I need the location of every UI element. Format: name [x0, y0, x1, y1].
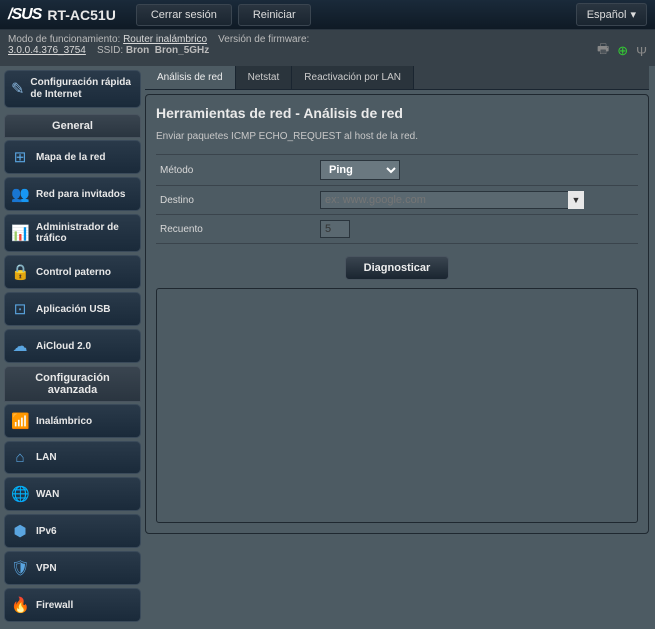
tab-wake-on-lan[interactable]: Reactivación por LAN — [292, 66, 414, 89]
sidebar-advanced-label-3: IPv6 — [36, 526, 57, 537]
target-dropdown-icon[interactable]: ▼ — [568, 191, 584, 209]
sidebar-general-icon-2: 📊 — [11, 224, 29, 242]
sidebar-general-item-1[interactable]: 👥 Red para invitados — [4, 177, 141, 211]
language-label: Español — [587, 9, 627, 21]
sidebar-advanced-item-1[interactable]: ⌂ LAN — [4, 441, 141, 474]
sidebar-advanced-item-4[interactable]: 🛡 VPN — [4, 551, 141, 585]
sidebar-general-label-3: Control paterno — [36, 267, 111, 278]
language-select[interactable]: Español ▾ — [576, 3, 647, 26]
sidebar-general-label-1: Red para invitados — [36, 189, 125, 200]
quick-internet-setup[interactable]: ✎ Configuración rápida de Internet — [4, 70, 141, 108]
tab-network-analysis[interactable]: Análisis de red — [145, 66, 236, 89]
tab-netstat[interactable]: Netstat — [236, 66, 293, 89]
logout-button[interactable]: Cerrar sesión — [136, 4, 232, 26]
count-label: Recuento — [156, 215, 316, 244]
sidebar-general-label-4: Aplicación USB — [36, 304, 110, 315]
sidebar-general-item-2[interactable]: 📊 Administrador de tráfico — [4, 214, 141, 252]
sidebar-general-icon-1: 👥 — [11, 185, 29, 203]
diagnose-button[interactable]: Diagnosticar — [345, 256, 450, 280]
sidebar-advanced-label-4: VPN — [36, 563, 57, 574]
sidebar-general-icon-4: ⊡ — [11, 300, 29, 318]
operation-mode-link[interactable]: Router inalámbrico — [123, 34, 207, 45]
ssid-5g: Bron_5GHz — [155, 45, 209, 56]
general-section-header: General — [4, 114, 141, 138]
sidebar-advanced-icon-1: ⌂ — [11, 449, 29, 466]
sidebar-advanced-icon-4: 🛡 — [11, 559, 29, 577]
target-input[interactable] — [320, 191, 570, 209]
usb-icon[interactable]: Ψ — [636, 44, 647, 59]
sidebar-general-item-5[interactable]: ☁ AiCloud 2.0 — [4, 329, 141, 363]
status-info: Modo de funcionamiento: Router inalámbri… — [8, 34, 597, 56]
reboot-button[interactable]: Reiniciar — [238, 4, 311, 26]
method-select[interactable]: Ping — [320, 160, 400, 180]
sidebar-advanced-icon-3: ⬢ — [11, 522, 29, 540]
tab-bar: Análisis de red Netstat Reactivación por… — [145, 66, 649, 90]
sidebar-general-item-3[interactable]: 🔒 Control paterno — [4, 255, 141, 289]
sidebar-general-icon-5: ☁ — [11, 337, 29, 355]
chevron-down-icon: ▾ — [630, 8, 636, 21]
model-name: RT-AC51U — [47, 7, 115, 23]
sidebar-advanced-item-0[interactable]: 📶 Inalámbrico — [4, 404, 141, 438]
page-description: Enviar paquetes ICMP ECHO_REQUEST al hos… — [156, 131, 638, 142]
sidebar-advanced-label-0: Inalámbrico — [36, 416, 92, 427]
sidebar-advanced-icon-5: 🔥 — [11, 596, 29, 614]
sidebar-general-label-5: AiCloud 2.0 — [36, 341, 91, 352]
count-input[interactable] — [320, 220, 350, 238]
sidebar-general-label-0: Mapa de la red — [36, 152, 105, 163]
sidebar-general-item-0[interactable]: ⊞ Mapa de la red — [4, 140, 141, 174]
brand-logo: /SUS — [8, 6, 41, 24]
network-icon[interactable]: ⊕ — [617, 43, 628, 59]
sidebar-general-label-2: Administrador de tráfico — [36, 222, 134, 244]
wand-icon: ✎ — [11, 79, 24, 99]
firmware-version-link[interactable]: 3.0.0.4.376_3754 — [8, 45, 86, 56]
sidebar-advanced-icon-2: 🌐 — [11, 485, 29, 503]
sidebar-general-icon-3: 🔒 — [11, 263, 29, 281]
sidebar-advanced-item-3[interactable]: ⬢ IPv6 — [4, 514, 141, 548]
page-title: Herramientas de red - Análisis de red — [156, 105, 638, 121]
sidebar-advanced-icon-0: 📶 — [11, 412, 29, 430]
quick-setup-label: Configuración rápida de Internet — [30, 77, 134, 101]
sidebar-advanced-item-5[interactable]: 🔥 Firewall — [4, 588, 141, 622]
sidebar-general-icon-0: ⊞ — [11, 148, 29, 166]
sidebar-advanced-label-5: Firewall — [36, 600, 73, 611]
sidebar-advanced-label-1: LAN — [36, 452, 57, 463]
results-area — [156, 288, 638, 523]
advanced-section-header: Configuración avanzada — [4, 366, 141, 402]
target-label: Destino — [156, 186, 316, 215]
sidebar-advanced-item-2[interactable]: 🌐 WAN — [4, 477, 141, 511]
method-label: Método — [156, 155, 316, 186]
printer-icon[interactable]: 🖶 — [597, 40, 609, 62]
ssid-24g: Bron — [126, 45, 149, 56]
sidebar-general-item-4[interactable]: ⊡ Aplicación USB — [4, 292, 141, 326]
sidebar-advanced-label-2: WAN — [36, 489, 59, 500]
